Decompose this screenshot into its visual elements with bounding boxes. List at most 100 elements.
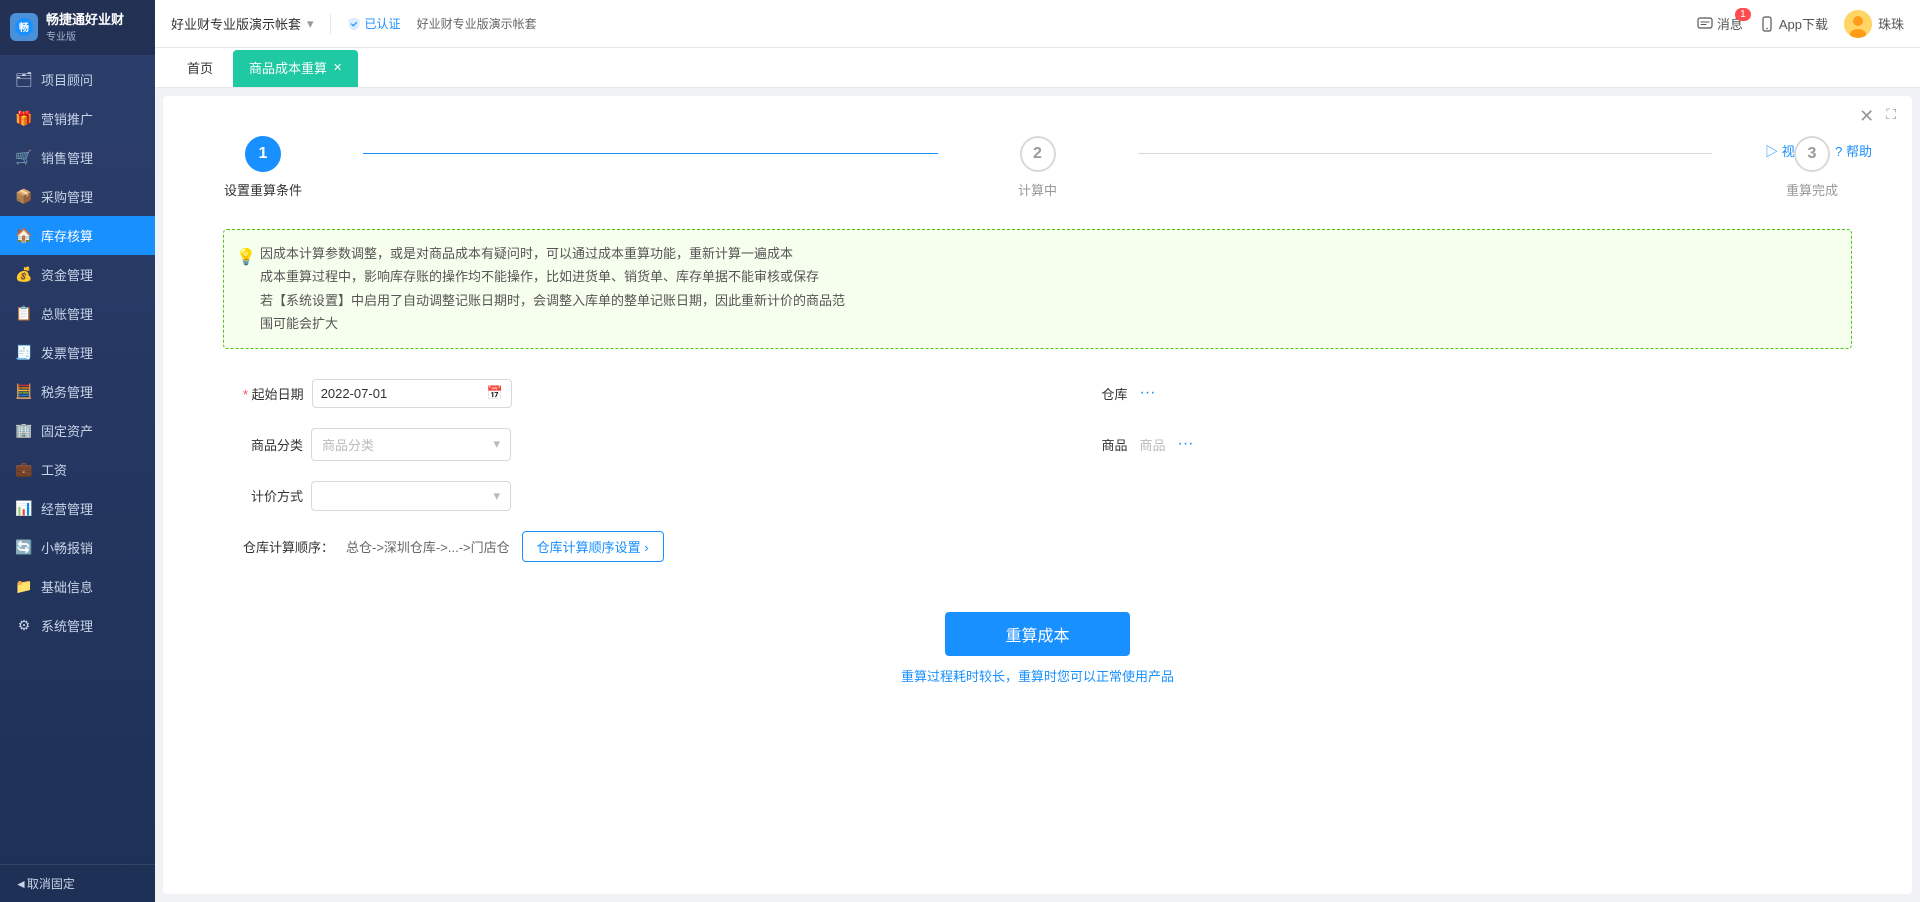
purchase-icon: 📦 (15, 188, 33, 205)
warehouse-order-label: 仓库计算顺序： (243, 537, 334, 556)
step-2: 2 计算中 (938, 136, 1138, 199)
step-1-num: 1 (259, 145, 268, 163)
sidebar-item-expense[interactable]: 🔄 小畅报销 (0, 528, 155, 567)
sidebar-item-purchase[interactable]: 📦 采购管理 (0, 177, 155, 216)
sidebar-item-tax[interactable]: 🧮 税务管理 (0, 372, 155, 411)
form-row-2: 商品分类 商品分类 ▾ 商品 商品 ··· (243, 428, 1832, 461)
warehouse-select-btn[interactable]: ··· (1136, 384, 1160, 402)
step-2-label: 计算中 (1018, 180, 1057, 199)
expense-icon: 🔄 (15, 539, 33, 556)
recalc-label: 重算成本 (1005, 628, 1069, 645)
sidebar-item-label: 采购管理 (41, 187, 93, 206)
notice-icon: 💡 (236, 244, 256, 273)
operations-icon: 📊 (15, 500, 33, 517)
tab-recalc-label: 商品成本重算 (249, 58, 327, 77)
sidebar-nav: 🗂 项目顾问 🎁 营销推广 🛒 销售管理 📦 采购管理 🏠 库存核算 💰 资金管… (0, 55, 155, 864)
invoice-icon: 🧾 (15, 344, 33, 361)
finance-icon: 💰 (15, 266, 33, 283)
step-3-circle: 3 (1794, 136, 1830, 172)
category-label: 商品分类 (243, 435, 303, 454)
content-area: ✕ ⛶ 1 设置重算条件 2 计算中 3 (163, 96, 1912, 894)
step-3: 3 重算完成 (1712, 136, 1912, 199)
category-placeholder: 商品分类 (322, 435, 374, 454)
sidebar-brand: 畅捷通好业财 专业版 (46, 12, 124, 43)
warehouse-order-settings-label: 仓库计算顺序设置 › (537, 537, 649, 556)
start-date-label: 起始日期 (243, 384, 304, 403)
topbar-divider (330, 14, 331, 34)
step-line-1 (363, 153, 938, 154)
sidebar-item-marketing[interactable]: 🎁 营销推广 (0, 99, 155, 138)
sidebar-footer[interactable]: ◄取消固定 (0, 864, 155, 902)
warehouse-order-settings-button[interactable]: 仓库计算顺序设置 › (522, 531, 664, 562)
calendar-icon[interactable]: 📅 (479, 385, 511, 401)
sidebar-header: 畅 畅捷通好业财 专业版 (0, 0, 155, 55)
svg-text:畅: 畅 (19, 21, 29, 34)
form-col-pricing: 计价方式 ▾ (243, 481, 1832, 511)
app-download-button[interactable]: App下载 (1759, 14, 1828, 33)
product-label: 商品 (1068, 435, 1128, 454)
sidebar-title: 畅捷通好业财 (46, 12, 124, 28)
sidebar-item-assets[interactable]: 🏢 固定资产 (0, 411, 155, 450)
main-area: 好业财专业版演示帐套 ▾ 已认证 好业财专业版演示帐套 消息 1 (155, 0, 1920, 902)
tab-close-icon[interactable]: ✕ (333, 61, 342, 74)
verified-label: 已认证 (365, 15, 401, 32)
tab-home[interactable]: 首页 (171, 50, 229, 87)
avatar (1844, 10, 1872, 38)
app-download-label: App下载 (1779, 14, 1828, 33)
account-selector[interactable]: 好业财专业版演示帐套 ▾ (171, 14, 314, 33)
message-button[interactable]: 消息 1 (1697, 14, 1743, 33)
sidebar-item-label: 工资 (41, 460, 67, 479)
sidebar-item-sales[interactable]: 🛒 销售管理 (0, 138, 155, 177)
notice-line4: 围可能会扩大 (260, 312, 1835, 335)
shield-icon (347, 17, 361, 31)
step-2-circle: 2 (1020, 136, 1056, 172)
recalc-button[interactable]: 重算成本 (945, 612, 1129, 656)
sidebar-item-operations[interactable]: 📊 经营管理 (0, 489, 155, 528)
message-badge: 1 (1735, 8, 1751, 21)
expand-icon[interactable]: ⛶ (1886, 106, 1896, 127)
sidebar-item-project[interactable]: 🗂 项目顾问 (0, 60, 155, 99)
start-date-input-wrapper[interactable]: 📅 (312, 379, 512, 408)
user-menu[interactable]: 珠珠 (1844, 10, 1904, 38)
sidebar-item-salary[interactable]: 💼 工资 (0, 450, 155, 489)
sidebar-item-accounting[interactable]: 📋 总账管理 (0, 294, 155, 333)
sidebar-item-invoice[interactable]: 🧾 发票管理 (0, 333, 155, 372)
start-date-input[interactable] (313, 380, 479, 407)
warehouse-order-value: 总仓->深圳仓库->...->门店仓 (346, 537, 510, 556)
sidebar-item-inventory[interactable]: 🏠 库存核算 (0, 216, 155, 255)
form-row-1: 起始日期 📅 仓库 ··· (243, 379, 1832, 408)
step-3-label: 重算完成 (1786, 180, 1838, 199)
sidebar-item-label: 系统管理 (41, 616, 93, 635)
form-col-date: 起始日期 📅 (243, 379, 1008, 408)
tab-recalc[interactable]: 商品成本重算 ✕ (233, 50, 358, 87)
pricing-select[interactable]: ▾ (311, 481, 511, 511)
form-row-3: 计价方式 ▾ (243, 481, 1832, 511)
sidebar-item-system[interactable]: ⚙ 系统管理 (0, 606, 155, 645)
product-placeholder: 商品 (1140, 435, 1166, 454)
tabbar: 首页 商品成本重算 ✕ (155, 48, 1920, 88)
dropdown-icon: ▾ (307, 16, 314, 32)
help-icon: ? (1835, 144, 1842, 159)
product-select-btn[interactable]: ··· (1174, 435, 1198, 453)
unpin-label: ◄取消固定 (15, 875, 75, 892)
tax-icon: 🧮 (15, 383, 33, 400)
close-icon[interactable]: ✕ (1859, 106, 1874, 127)
recalc-hint: 重算过程耗时较长，重算时您可以正常使用产品 (901, 666, 1174, 685)
notice-line1: 因成本计算参数调整，或是对商品成本有疑问时，可以通过成本重算功能，重新计算一遍成… (260, 242, 1835, 265)
marketing-icon: 🎁 (15, 110, 33, 127)
form-area: 起始日期 📅 仓库 ··· 商品分类 商品分类 ▾ (163, 369, 1912, 592)
chevron-down-icon2: ▾ (493, 488, 500, 504)
category-select[interactable]: 商品分类 ▾ (311, 428, 511, 461)
notice-box: 💡 因成本计算参数调整，或是对商品成本有疑问时，可以通过成本重算功能，重新计算一… (223, 229, 1852, 349)
window-controls: ✕ ⛶ (1859, 106, 1896, 127)
system-icon: ⚙ (15, 617, 33, 634)
help-link[interactable]: ? 帮助 (1835, 141, 1872, 160)
message-icon (1697, 16, 1713, 32)
sidebar-item-basic[interactable]: 📁 基础信息 (0, 567, 155, 606)
sidebar-item-finance[interactable]: 💰 资金管理 (0, 255, 155, 294)
play-icon: ▷ (1765, 144, 1778, 159)
sidebar-logo: 畅 (10, 13, 38, 41)
step-3-num: 3 (1808, 145, 1817, 163)
sidebar-item-label: 营销推广 (41, 109, 93, 128)
sidebar-item-label: 税务管理 (41, 382, 93, 401)
